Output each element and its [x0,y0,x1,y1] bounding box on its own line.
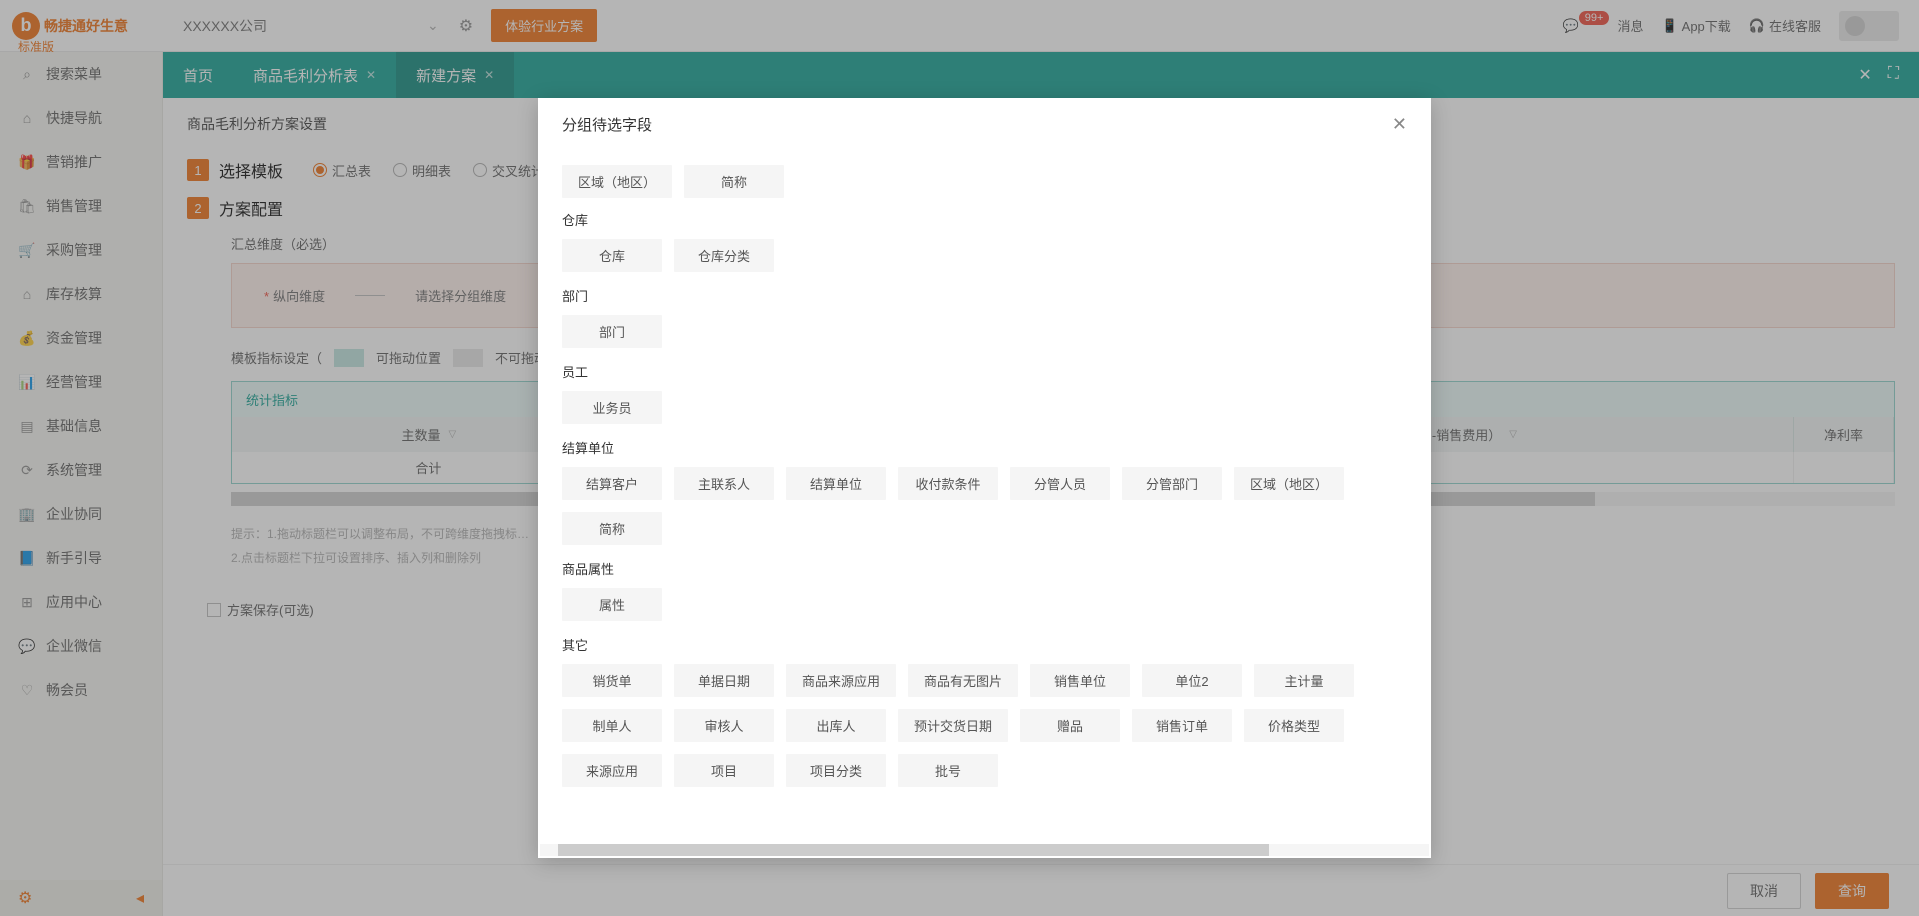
group-title: 员工 [562,362,1407,381]
field-chip[interactable]: 商品有无图片 [908,664,1018,697]
field-chip[interactable]: 简称 [562,512,662,545]
field-chip[interactable]: 区域（地区） [562,165,672,198]
field-chip[interactable]: 主联系人 [674,467,774,500]
group-title: 仓库 [562,210,1407,229]
modal-head: 分组待选字段 ✕ [538,98,1431,151]
field-chip[interactable]: 项目分类 [786,754,886,787]
field-chip[interactable]: 单位2 [1142,664,1242,697]
field-chip[interactable]: 分管部门 [1122,467,1222,500]
field-chip[interactable]: 预计交货日期 [898,709,1008,742]
field-chip[interactable]: 简称 [684,165,784,198]
field-chip[interactable]: 销货单 [562,664,662,697]
field-chip[interactable]: 结算客户 [562,467,662,500]
field-chip[interactable]: 部门 [562,315,662,348]
field-chip[interactable]: 赠品 [1020,709,1120,742]
field-chip[interactable]: 仓库分类 [674,239,774,272]
field-group: 商品属性属性 [562,559,1407,621]
field-chip[interactable]: 属性 [562,588,662,621]
group-title: 部门 [562,286,1407,305]
field-chip[interactable]: 价格类型 [1244,709,1344,742]
field-chip[interactable]: 项目 [674,754,774,787]
field-chip[interactable]: 批号 [898,754,998,787]
group-title: 商品属性 [562,559,1407,578]
field-chip[interactable]: 业务员 [562,391,662,424]
field-chip[interactable]: 区域（地区） [1234,467,1344,500]
modal-body[interactable]: 客户客户分类分管部门分管人员主联系人主联系人销量单位 区域（地区）简称 仓库仓库… [538,151,1431,844]
field-chip[interactable]: 收付款条件 [898,467,998,500]
field-group: 部门部门 [562,286,1407,348]
field-chip[interactable]: 分管人员 [1010,467,1110,500]
field-group: 其它销货单单据日期商品来源应用商品有无图片销售单位单位2 主计量制单人审核人出库人… [562,635,1407,787]
modal-group-fields: 分组待选字段 ✕ 客户客户分类分管部门分管人员主联系人主联系人销量单位 区域（地… [538,98,1431,858]
modal-title: 分组待选字段 [562,114,652,135]
group-title: 其它 [562,635,1407,654]
close-icon[interactable]: ✕ [1392,114,1407,135]
field-chip[interactable]: 来源应用 [562,754,662,787]
field-chip[interactable]: 销售单位 [1030,664,1130,697]
field-chip[interactable]: 商品来源应用 [786,664,896,697]
field-group: 员工业务员 [562,362,1407,424]
field-chip[interactable]: 出库人 [786,709,886,742]
modal-h-scrollbar[interactable] [540,844,1429,856]
field-chip[interactable]: 单据日期 [674,664,774,697]
field-chip[interactable]: 主计量 [1254,664,1354,697]
field-chip[interactable]: 仓库 [562,239,662,272]
field-chip[interactable]: 制单人 [562,709,662,742]
field-group: 仓库仓库仓库分类 [562,210,1407,272]
field-chip[interactable]: 销售订单 [1132,709,1232,742]
group-title: 结算单位 [562,438,1407,457]
field-chip[interactable]: 结算单位 [786,467,886,500]
field-chip[interactable]: 审核人 [674,709,774,742]
field-group: 结算单位结算客户主联系人结算单位收付款条件分管人员分管部门区域（地区）简称 [562,438,1407,545]
